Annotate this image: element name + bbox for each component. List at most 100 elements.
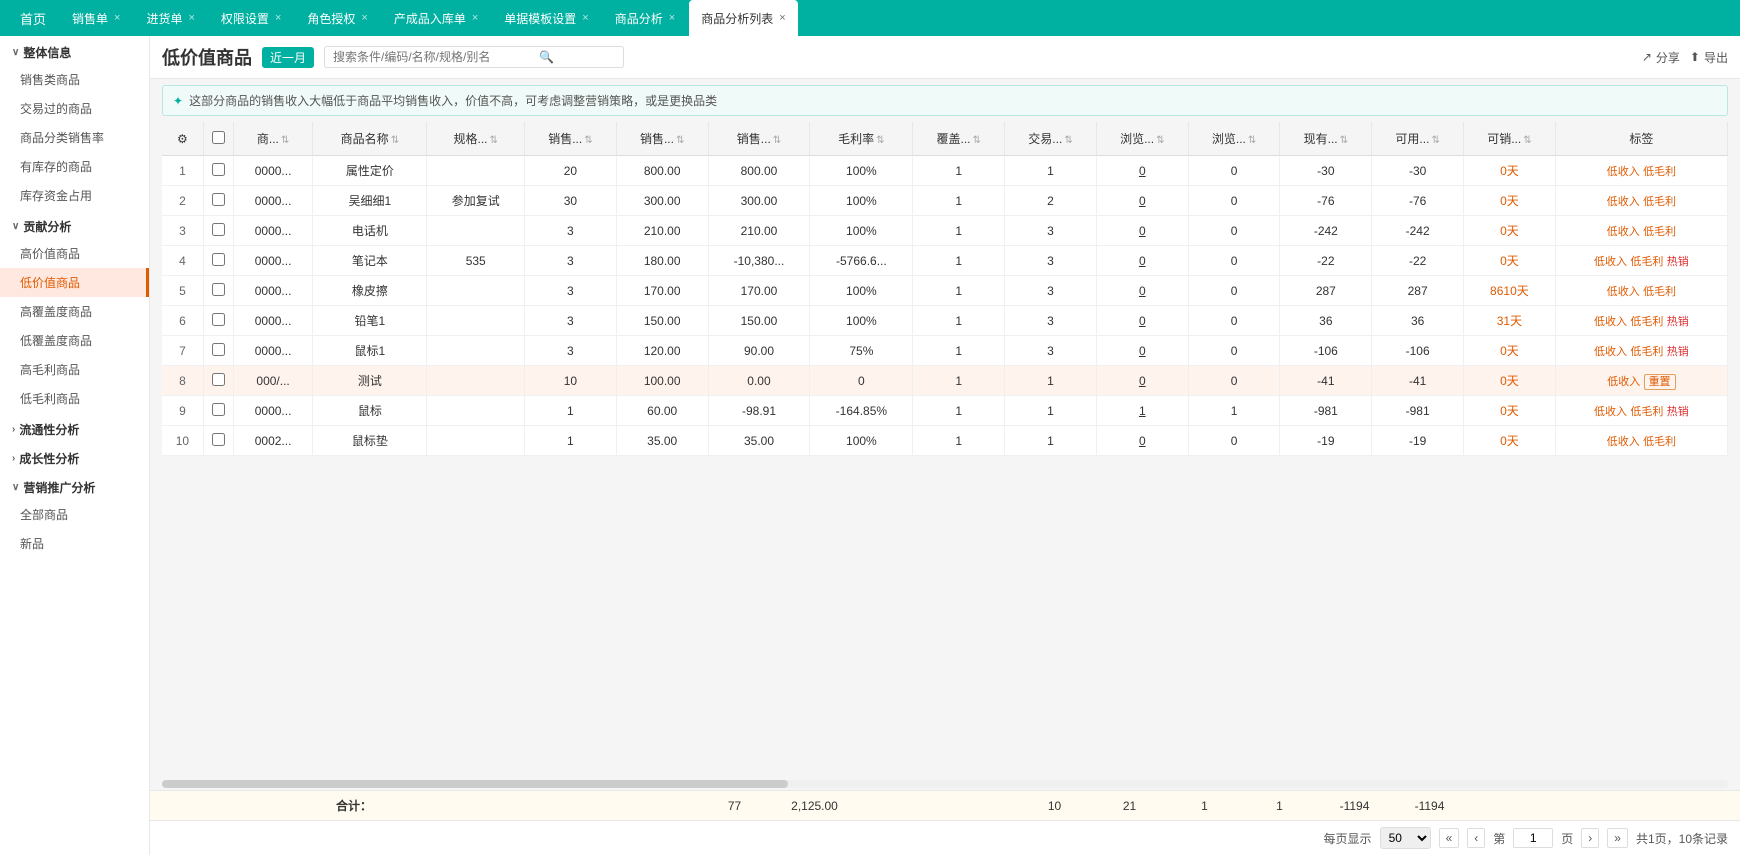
cell-checkbox[interactable]	[203, 396, 233, 426]
sidebar-item-stock-products[interactable]: 有库存的商品	[0, 152, 149, 181]
nav-home[interactable]: 首页	[8, 0, 58, 36]
sidebar-item-low-coverage[interactable]: 低覆盖度商品	[0, 326, 149, 355]
search-icon[interactable]: 🔍	[539, 50, 554, 64]
sidebar-item-high-coverage[interactable]: 高覆盖度商品	[0, 297, 149, 326]
sidebar-group-contribution[interactable]: ∨ 贡献分析	[0, 210, 149, 239]
sidebar-item-low-value[interactable]: 低价值商品	[0, 268, 149, 297]
page-input[interactable]	[1513, 828, 1553, 848]
cell-checkbox[interactable]	[203, 186, 233, 216]
nav-analysis-close[interactable]: ×	[669, 12, 675, 24]
table-container[interactable]: ⚙ 商...⇅ 商品名称⇅ 规格...⇅ 销售...⇅ 销售...⇅ 销售...…	[162, 122, 1728, 780]
nav-roles-close[interactable]: ×	[361, 12, 367, 24]
cell-checkbox[interactable]	[203, 156, 233, 186]
row-checkbox-7[interactable]	[212, 373, 225, 386]
cell-browse1[interactable]: 0	[1096, 306, 1188, 336]
col-margin[interactable]: 毛利率⇅	[810, 122, 913, 156]
cell-browse1[interactable]: 0	[1096, 336, 1188, 366]
col-sale3[interactable]: 销售...⇅	[708, 122, 810, 156]
cell-checkbox[interactable]	[203, 306, 233, 336]
cell-browse1[interactable]: 1	[1096, 396, 1188, 426]
nav-analysis[interactable]: 商品分析 ×	[603, 0, 687, 36]
time-badge[interactable]: 近一月	[262, 47, 314, 68]
first-page-button[interactable]: «	[1439, 828, 1460, 848]
sidebar-item-high-value[interactable]: 高价值商品	[0, 239, 149, 268]
row-checkbox-2[interactable]	[212, 223, 225, 236]
cell-browse1[interactable]: 0	[1096, 156, 1188, 186]
col-settings[interactable]: ⚙	[162, 122, 203, 156]
nav-roles[interactable]: 角色授权 ×	[295, 0, 379, 36]
row-checkbox-4[interactable]	[212, 283, 225, 296]
sidebar-item-traded-products[interactable]: 交易过的商品	[0, 94, 149, 123]
sidebar-item-new-products[interactable]: 新品	[0, 529, 149, 558]
nav-template[interactable]: 单据模板设置 ×	[492, 0, 600, 36]
nav-purchase-close[interactable]: ×	[188, 12, 194, 24]
cell-checkbox[interactable]	[203, 426, 233, 456]
cell-browse1[interactable]: 0	[1096, 276, 1188, 306]
share-button[interactable]: ↗ 分享	[1642, 49, 1680, 66]
col-name[interactable]: 商品名称⇅	[313, 122, 427, 156]
cell-checkbox[interactable]	[203, 336, 233, 366]
sidebar-group-growth[interactable]: › 成长性分析	[0, 442, 149, 471]
row-checkbox-3[interactable]	[212, 253, 225, 266]
scrollbar-thumb[interactable]	[162, 780, 788, 788]
col-saleable[interactable]: 可销...⇅	[1464, 122, 1556, 156]
export-button[interactable]: ⬆ 导出	[1690, 49, 1728, 66]
cell-browse1[interactable]: 0	[1096, 246, 1188, 276]
cell-checkbox[interactable]	[203, 276, 233, 306]
col-browse1[interactable]: 浏览...⇅	[1096, 122, 1188, 156]
cell-no: 3	[162, 216, 203, 246]
col-code[interactable]: 商...⇅	[233, 122, 312, 156]
sidebar-group-overview[interactable]: ∨ 整体信息	[0, 36, 149, 65]
cell-browse1[interactable]: 0	[1096, 186, 1188, 216]
col-checkbox[interactable]	[203, 122, 233, 156]
cell-name: 电话机	[313, 216, 427, 246]
row-checkbox-9[interactable]	[212, 433, 225, 446]
cell-checkbox[interactable]	[203, 246, 233, 276]
nav-permissions-close[interactable]: ×	[275, 12, 281, 24]
cell-browse1[interactable]: 0	[1096, 216, 1188, 246]
row-checkbox-8[interactable]	[212, 403, 225, 416]
col-available[interactable]: 可用...⇅	[1372, 122, 1464, 156]
prev-page-button[interactable]: ‹	[1467, 828, 1485, 848]
cell-browse1[interactable]: 0	[1096, 366, 1188, 396]
nav-sales[interactable]: 销售单 ×	[60, 0, 132, 36]
row-checkbox-0[interactable]	[212, 163, 225, 176]
nav-template-close[interactable]: ×	[582, 12, 588, 24]
cell-browse1[interactable]: 0	[1096, 426, 1188, 456]
col-current[interactable]: 现有...⇅	[1280, 122, 1372, 156]
col-browse2[interactable]: 浏览...⇅	[1188, 122, 1280, 156]
nav-inventory-close[interactable]: ×	[472, 12, 478, 24]
cell-checkbox[interactable]	[203, 216, 233, 246]
sidebar-item-low-margin[interactable]: 低毛利商品	[0, 384, 149, 413]
cell-sale1: 3	[525, 276, 617, 306]
row-checkbox-1[interactable]	[212, 193, 225, 206]
col-sale1[interactable]: 销售...⇅	[525, 122, 617, 156]
nav-permissions[interactable]: 权限设置 ×	[209, 0, 293, 36]
sidebar-item-stock-capital[interactable]: 库存资金占用	[0, 181, 149, 210]
sidebar-group-flow[interactable]: › 流通性分析	[0, 413, 149, 442]
sidebar-item-all-products[interactable]: 全部商品	[0, 500, 149, 529]
sidebar-group-marketing[interactable]: ∨ 营销推广分析	[0, 471, 149, 500]
nav-purchase[interactable]: 进货单 ×	[134, 0, 206, 36]
nav-analysis-list[interactable]: 商品分析列表 ×	[689, 0, 797, 36]
search-input[interactable]	[333, 50, 533, 64]
page-size-select[interactable]: 50 100 200	[1380, 827, 1431, 849]
next-page-button[interactable]: ›	[1581, 828, 1599, 848]
row-checkbox-6[interactable]	[212, 343, 225, 356]
cell-available: -242	[1372, 216, 1464, 246]
horizontal-scrollbar[interactable]	[162, 780, 1728, 788]
nav-inventory[interactable]: 产成品入库单 ×	[382, 0, 490, 36]
col-trade[interactable]: 交易...⇅	[1005, 122, 1097, 156]
col-sale2[interactable]: 销售...⇅	[616, 122, 708, 156]
col-spec[interactable]: 规格...⇅	[427, 122, 525, 156]
nav-sales-close[interactable]: ×	[114, 12, 120, 24]
select-all-checkbox[interactable]	[212, 131, 225, 144]
sidebar-item-category-rate[interactable]: 商品分类销售率	[0, 123, 149, 152]
sidebar-item-sales-products[interactable]: 销售类商品	[0, 65, 149, 94]
col-cover[interactable]: 覆盖...⇅	[913, 122, 1005, 156]
cell-checkbox[interactable]	[203, 366, 233, 396]
last-page-button[interactable]: »	[1607, 828, 1628, 848]
sidebar-item-high-margin[interactable]: 高毛利商品	[0, 355, 149, 384]
nav-analysis-list-close[interactable]: ×	[779, 12, 785, 24]
row-checkbox-5[interactable]	[212, 313, 225, 326]
